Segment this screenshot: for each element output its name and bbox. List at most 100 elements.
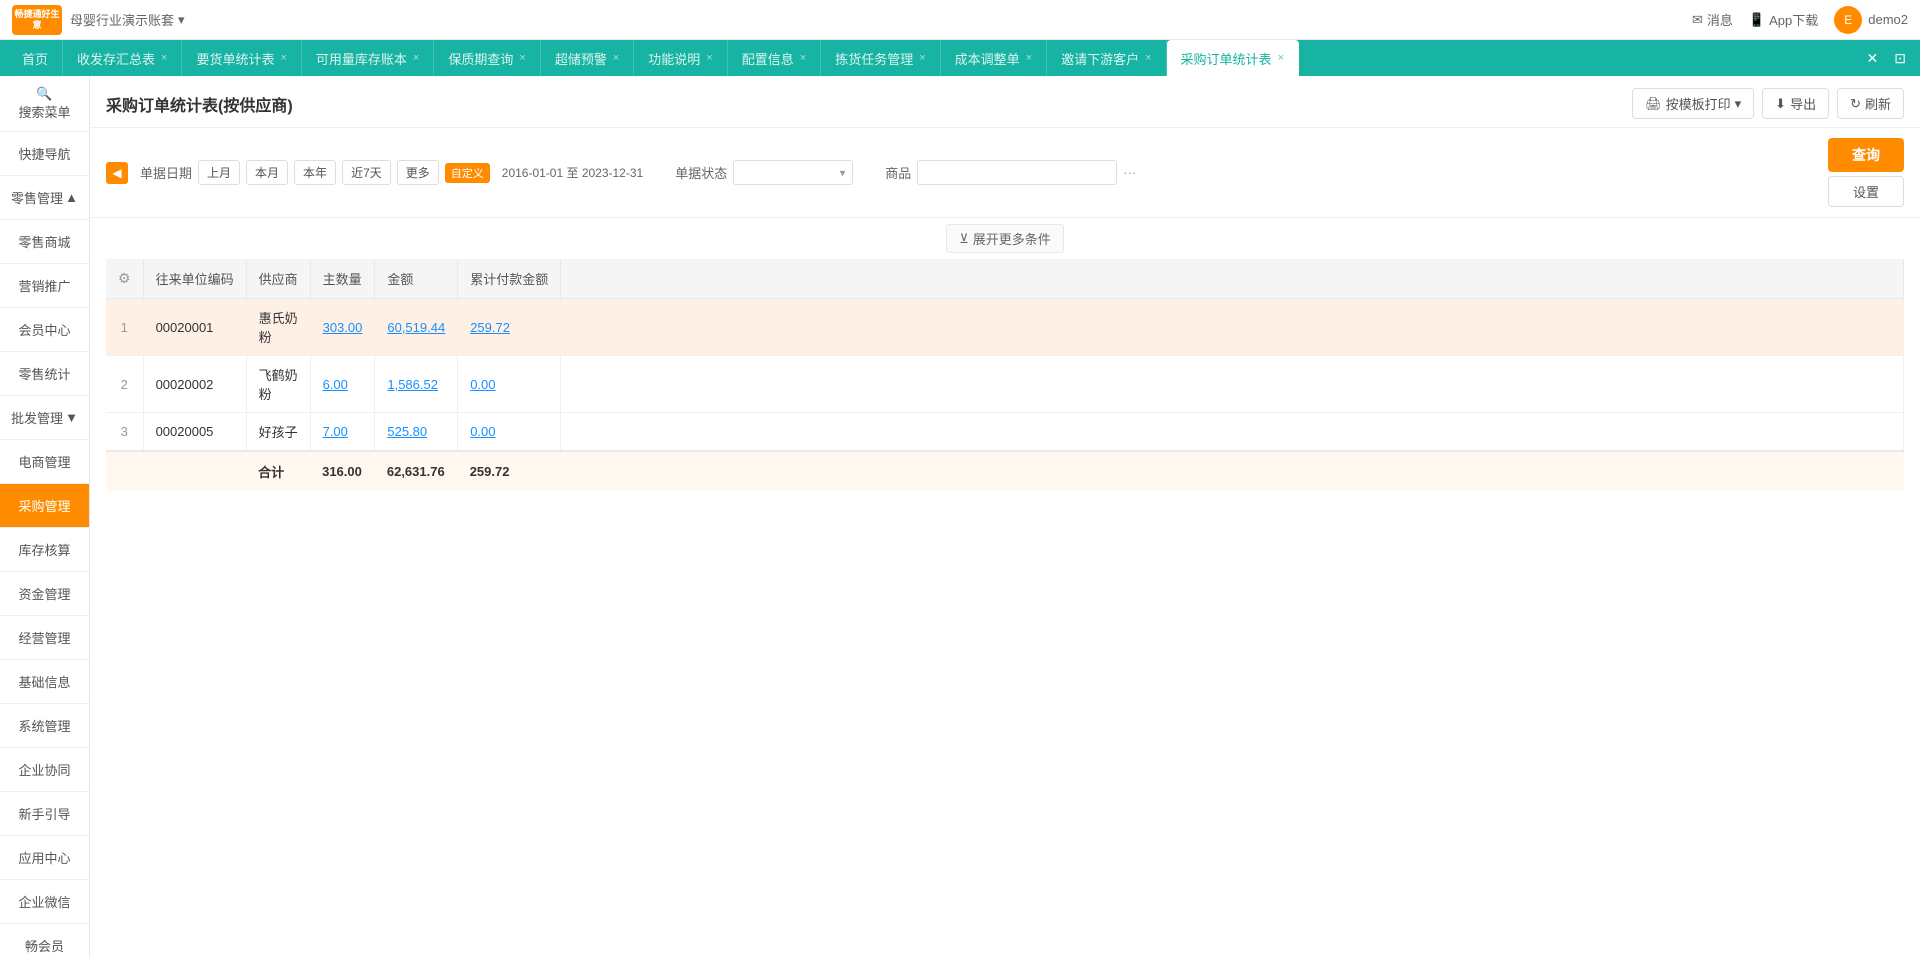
close-icon[interactable]: ×: [519, 52, 525, 64]
nav-fullscreen-btn[interactable]: ⊡: [1888, 48, 1912, 69]
row-paid: 0.00: [458, 356, 561, 413]
sidebar-item-app-center[interactable]: 应用中心: [0, 836, 89, 880]
tab-expiry-query[interactable]: 保质期查询 ×: [434, 40, 540, 76]
table-footer: 合计 316.00 62,631.76 259.72: [106, 451, 1904, 491]
sidebar-item-new-guide[interactable]: 新手引导: [0, 792, 89, 836]
chevron-down-icon: ▾: [1735, 96, 1742, 112]
date-more-btn[interactable]: 更多: [397, 160, 439, 185]
row-amount: 525.80: [375, 413, 458, 452]
user-area[interactable]: E demo2: [1834, 6, 1908, 34]
summary-row: 合计 316.00 62,631.76 259.72: [106, 451, 1904, 491]
nav-right-buttons: ✕ ⊡: [1861, 48, 1912, 69]
close-icon[interactable]: ×: [919, 52, 925, 64]
sidebar-item-wholesale-mgmt[interactable]: 批发管理 ▼: [0, 396, 89, 440]
tab-function-desc[interactable]: 功能说明 ×: [634, 40, 727, 76]
tab-home[interactable]: 首页: [8, 40, 63, 76]
tab-cost-adjust[interactable]: 成本调整单 ×: [941, 40, 1047, 76]
refresh-button[interactable]: ↻ 刷新: [1837, 88, 1904, 119]
date-this-year-btn[interactable]: 本年: [294, 160, 336, 185]
close-icon[interactable]: ×: [613, 52, 619, 64]
close-icon[interactable]: ×: [800, 52, 806, 64]
date-7days-btn[interactable]: 近7天: [342, 160, 391, 185]
sidebar-item-corp-wechat[interactable]: 企业微信: [0, 880, 89, 924]
table-row[interactable]: 1 00020001 惠氏奶粉 303.00 60,519.44 259.72: [106, 299, 1904, 356]
filter-toggle-btn[interactable]: ◀: [106, 162, 128, 184]
app-download-btn[interactable]: 📱 App下载: [1749, 10, 1818, 29]
expand-more-btn[interactable]: ⊻ 展开更多条件: [946, 224, 1064, 253]
table-container: ⚙ 往来单位编码 供应商 主数量 金额 累计付款金额 1: [90, 259, 1920, 507]
top-bar: 畅捷通好生意 母婴行业演示账套 ▾ ✉ 消息 📱 App下载 E demo2: [0, 0, 1920, 40]
sidebar-item-ecom-mgmt[interactable]: 电商管理: [0, 440, 89, 484]
sidebar-item-corp-collab[interactable]: 企业协同: [0, 748, 89, 792]
row-supplier: 好孩子: [246, 413, 310, 452]
table-row[interactable]: 2 00020002 飞鹤奶粉 6.00 1,586.52 0.00: [106, 356, 1904, 413]
message-btn[interactable]: ✉ 消息: [1692, 10, 1733, 29]
tab-inventory-ledger[interactable]: 可用量库存账本 ×: [302, 40, 434, 76]
sidebar-item-basic-info[interactable]: 基础信息: [0, 660, 89, 704]
date-this-month-btn[interactable]: 本月: [246, 160, 288, 185]
sidebar-item-purchase-mgmt[interactable]: 采购管理: [0, 484, 89, 528]
print-button[interactable]: 🖨 按模板打印 ▾: [1632, 88, 1754, 119]
gear-icon[interactable]: ⚙: [118, 270, 131, 286]
row-qty: 7.00: [310, 413, 375, 452]
status-filter-group: 单据状态 已确认 待确认 已关闭: [675, 160, 853, 185]
status-select-wrapper: 已确认 待确认 已关闭: [733, 160, 853, 185]
sidebar-item-search[interactable]: 🔍 搜索菜单: [0, 76, 89, 132]
sidebar-item-marketing[interactable]: 营销推广: [0, 264, 89, 308]
query-action-group: 查询 设置: [1828, 138, 1904, 207]
close-icon[interactable]: ×: [1278, 52, 1284, 64]
data-table: ⚙ 往来单位编码 供应商 主数量 金额 累计付款金额 1: [106, 259, 1904, 491]
tab-order-summary[interactable]: 要货单统计表 ×: [182, 40, 301, 76]
sidebar-item-inventory[interactable]: 库存核算: [0, 528, 89, 572]
col-settings: ⚙: [106, 259, 143, 299]
col-extra: [561, 259, 1904, 299]
custom-date-badge[interactable]: 自定义: [445, 163, 490, 183]
workspace-selector[interactable]: 母婴行业演示账套 ▾: [70, 10, 185, 29]
close-icon[interactable]: ×: [1145, 52, 1151, 64]
close-icon[interactable]: ×: [706, 52, 712, 64]
goods-filter-group: 商品 ···: [885, 160, 1136, 185]
setting-button[interactable]: 设置: [1828, 176, 1904, 207]
sidebar-item-retail-store[interactable]: 零售商城: [0, 220, 89, 264]
filter-bar: ◀ 单据日期 上月 本月 本年 近7天 更多 自定义 2016-01-01 至 …: [90, 128, 1920, 218]
sidebar-item-member-card[interactable]: 畅会员: [0, 924, 89, 957]
sidebar: 🔍 搜索菜单 快捷导航 零售管理 ▲ 零售商城 营销推广 会员中心 零售统计 批…: [0, 76, 90, 957]
query-button[interactable]: 查询: [1828, 138, 1904, 172]
nav-tabs: 首页 收发存汇总表 × 要货单统计表 × 可用量库存账本 × 保质期查询 × 超…: [0, 40, 1920, 76]
export-button[interactable]: ⬇ 导出: [1762, 88, 1829, 119]
tab-collect-pay[interactable]: 收发存汇总表 ×: [63, 40, 182, 76]
row-index: 3: [106, 413, 143, 452]
date-filter-group: 单据日期 上月 本月 本年 近7天 更多 自定义: [140, 160, 490, 185]
row-paid: 0.00: [458, 413, 561, 452]
tab-purchase-summary[interactable]: 采购订单统计表 ×: [1167, 40, 1299, 76]
sidebar-item-operation[interactable]: 经营管理: [0, 616, 89, 660]
chevron-down-icon: ⊻: [959, 231, 969, 247]
goods-input[interactable]: [917, 160, 1117, 185]
status-select[interactable]: 已确认 待确认 已关闭: [733, 160, 853, 185]
close-icon[interactable]: ×: [280, 52, 286, 64]
close-icon[interactable]: ×: [161, 52, 167, 64]
sidebar-item-sys-mgmt[interactable]: 系统管理: [0, 704, 89, 748]
tab-invite-downstream[interactable]: 邀请下游客户 ×: [1047, 40, 1166, 76]
tab-config-info[interactable]: 配置信息 ×: [728, 40, 821, 76]
message-icon: ✉: [1692, 12, 1703, 28]
col-qty: 主数量: [310, 259, 375, 299]
table-row[interactable]: 3 00020005 好孩子 7.00 525.80 0.00: [106, 413, 1904, 452]
tab-overstock-warning[interactable]: 超储预警 ×: [541, 40, 634, 76]
page-actions: 🖨 按模板打印 ▾ ⬇ 导出 ↻ 刷新: [1632, 88, 1904, 119]
col-amount: 金额: [375, 259, 458, 299]
tab-pick-task[interactable]: 拣货任务管理 ×: [821, 40, 940, 76]
date-last-month-btn[interactable]: 上月: [198, 160, 240, 185]
sidebar-item-quick-nav[interactable]: 快捷导航: [0, 132, 89, 176]
sidebar-item-membership[interactable]: 会员中心: [0, 308, 89, 352]
close-icon[interactable]: ×: [1026, 52, 1032, 64]
goods-more-icon[interactable]: ···: [1123, 165, 1136, 180]
close-icon[interactable]: ×: [413, 52, 419, 64]
sidebar-item-finance[interactable]: 资金管理: [0, 572, 89, 616]
footer-amount: 62,631.76: [375, 451, 458, 491]
nav-close-btn[interactable]: ✕: [1861, 48, 1885, 69]
sidebar-item-retail-mgmt[interactable]: 零售管理 ▲: [0, 176, 89, 220]
sidebar-item-retail-stats[interactable]: 零售统计: [0, 352, 89, 396]
main-content: 采购订单统计表(按供应商) 🖨 按模板打印 ▾ ⬇ 导出 ↻ 刷新: [90, 76, 1920, 957]
table-header: ⚙ 往来单位编码 供应商 主数量 金额 累计付款金额: [106, 259, 1904, 299]
